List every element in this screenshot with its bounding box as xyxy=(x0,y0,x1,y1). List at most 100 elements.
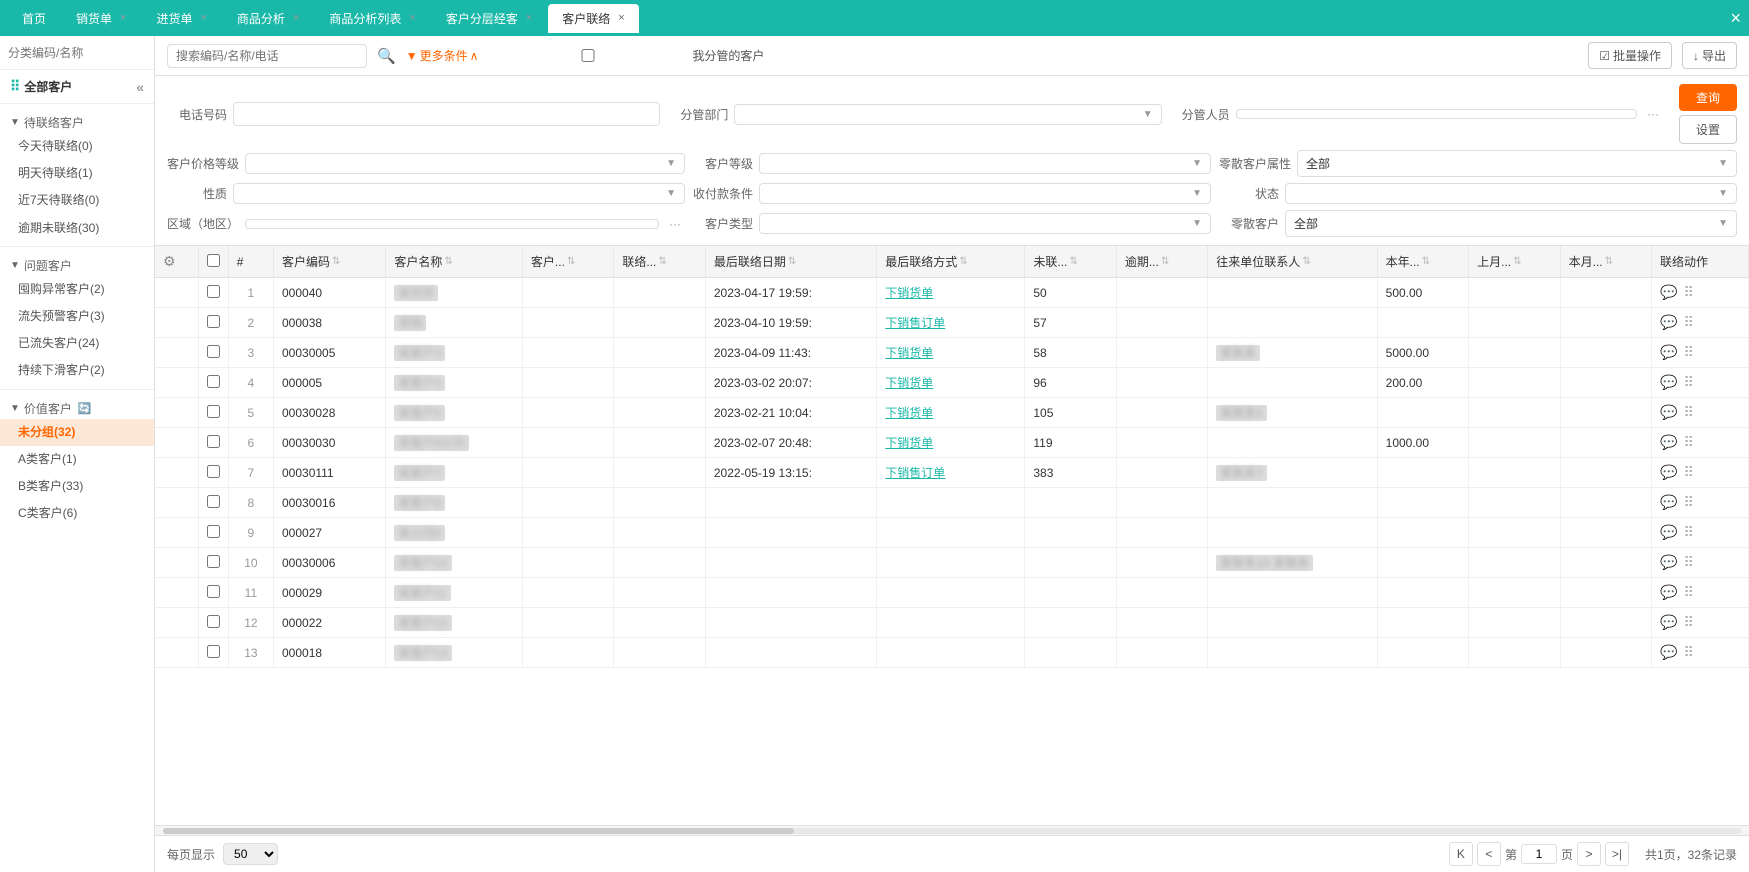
next-page-button[interactable]: > xyxy=(1577,842,1601,866)
chat-icon[interactable]: 💬 xyxy=(1660,404,1677,421)
scattered-select[interactable]: 全部 ▼ xyxy=(1285,210,1737,237)
sidebar-item-class-b[interactable]: B类客户(33) xyxy=(0,473,154,500)
row-last-method[interactable] xyxy=(877,578,1025,608)
contact-method-link[interactable]: 下销售订单 xyxy=(885,316,945,330)
tab-purchase-close[interactable]: × xyxy=(200,12,206,24)
row-checkbox[interactable] xyxy=(207,405,220,418)
row-last-method[interactable] xyxy=(877,638,1025,668)
tab-customer-contact-close[interactable]: × xyxy=(618,12,624,24)
more-icon[interactable]: ⠿ xyxy=(1683,554,1693,571)
col-no-contact[interactable]: 未联...⇅ xyxy=(1025,246,1116,278)
more-icon[interactable]: ⠿ xyxy=(1683,344,1693,361)
row-last-method[interactable]: 下销货单 xyxy=(877,278,1025,308)
col-overdue[interactable]: 逾期...⇅ xyxy=(1116,246,1207,278)
more-icon[interactable]: ⠿ xyxy=(1683,434,1693,451)
row-checkbox[interactable] xyxy=(207,315,220,328)
chat-icon[interactable]: 💬 xyxy=(1660,434,1677,451)
row-checkbox-cell[interactable] xyxy=(198,308,228,338)
sidebar-item-declining[interactable]: 持续下滑客户(2) xyxy=(0,357,154,384)
col-last-method[interactable]: 最后联络方式⇅ xyxy=(877,246,1025,278)
row-checkbox[interactable] xyxy=(207,435,220,448)
sidebar-item-hoarding-abnormal[interactable]: 囤购异常客户(2) xyxy=(0,276,154,303)
col-name[interactable]: 客户名称⇅ xyxy=(386,246,523,278)
tab-product-analysis-close[interactable]: × xyxy=(293,12,299,24)
region-dots-button[interactable]: ··· xyxy=(665,213,685,235)
sidebar-item-overdue-contact[interactable]: 逾期未联络(30) xyxy=(0,215,154,242)
chat-icon[interactable]: 💬 xyxy=(1660,584,1677,601)
more-icon[interactable]: ⠿ xyxy=(1683,464,1693,481)
col-contact-person[interactable]: 往来单位联系人⇅ xyxy=(1208,246,1377,278)
sidebar-item-tomorrow-pending[interactable]: 明天待联络(1) xyxy=(0,160,154,187)
dept-select[interactable]: ▼ xyxy=(734,104,1161,125)
col-last-month[interactable]: 上月...⇅ xyxy=(1469,246,1560,278)
all-customers-header[interactable]: ⠿ 全部客户 « xyxy=(0,70,154,99)
row-checkbox-cell[interactable] xyxy=(198,488,228,518)
row-last-method[interactable]: 下销货单 xyxy=(877,338,1025,368)
query-button[interactable]: 查询 xyxy=(1679,84,1737,111)
row-checkbox-cell[interactable] xyxy=(198,338,228,368)
more-icon[interactable]: ⠿ xyxy=(1683,494,1693,511)
more-icon[interactable]: ⠿ xyxy=(1683,404,1693,421)
sidebar-item-7day-pending[interactable]: 近7天待联络(0) xyxy=(0,187,154,214)
tab-sales[interactable]: 销货单 × xyxy=(62,4,140,33)
price-grade-select[interactable]: ▼ xyxy=(245,153,685,174)
page-input[interactable] xyxy=(1521,844,1557,864)
search-button[interactable]: 🔍 xyxy=(377,47,396,65)
contact-method-link[interactable]: 下销货单 xyxy=(885,436,933,450)
chat-icon[interactable]: 💬 xyxy=(1660,524,1677,541)
row-checkbox-cell[interactable] xyxy=(198,638,228,668)
row-last-method[interactable]: 下销货单 xyxy=(877,398,1025,428)
sidebar-search-input[interactable] xyxy=(8,46,155,60)
col-last-date[interactable]: 最后联络日期⇅ xyxy=(705,246,876,278)
search-input[interactable] xyxy=(167,44,367,68)
more-icon[interactable]: ⠿ xyxy=(1683,584,1693,601)
person-dots-button[interactable]: ··· xyxy=(1643,103,1663,125)
row-checkbox[interactable] xyxy=(207,495,220,508)
last-page-button[interactable]: >| xyxy=(1605,842,1629,866)
export-button[interactable]: ↓ 导出 xyxy=(1682,42,1737,69)
tab-product-analysis-list-close[interactable]: × xyxy=(409,12,415,24)
more-icon[interactable]: ⠿ xyxy=(1683,284,1693,301)
tab-customer-segment[interactable]: 客户分层经客 × xyxy=(432,4,546,33)
col-code[interactable]: 客户编码⇅ xyxy=(274,246,386,278)
chat-icon[interactable]: 💬 xyxy=(1660,644,1677,661)
scattered-attr-select[interactable]: 全部 ▼ xyxy=(1297,150,1737,177)
phone-input[interactable] xyxy=(233,102,660,126)
row-checkbox-cell[interactable] xyxy=(198,278,228,308)
sidebar-item-unclassified[interactable]: 未分组(32) xyxy=(0,419,154,446)
contact-method-link[interactable]: 下销货单 xyxy=(885,286,933,300)
group-pending-contact[interactable]: ▼ 待联络客户 xyxy=(0,108,154,133)
row-last-method[interactable]: 下销售订单 xyxy=(877,308,1025,338)
sidebar-item-class-c[interactable]: C类客户(6) xyxy=(0,500,154,527)
more-icon[interactable]: ⠿ xyxy=(1683,644,1693,661)
chat-icon[interactable]: 💬 xyxy=(1660,614,1677,631)
chat-icon[interactable]: 💬 xyxy=(1660,374,1677,391)
row-checkbox[interactable] xyxy=(207,375,220,388)
more-icon[interactable]: ⠿ xyxy=(1683,374,1693,391)
first-page-button[interactable]: K xyxy=(1449,842,1473,866)
chat-icon[interactable]: 💬 xyxy=(1660,344,1677,361)
more-icon[interactable]: ⠿ xyxy=(1683,614,1693,631)
row-checkbox[interactable] xyxy=(207,645,220,658)
row-last-method[interactable]: 下销货单 xyxy=(877,368,1025,398)
h-scroll-indicator[interactable] xyxy=(155,825,1749,835)
tab-home[interactable]: 首页 xyxy=(8,4,60,33)
chat-icon[interactable]: 💬 xyxy=(1660,314,1677,331)
nature-select[interactable]: ▼ xyxy=(233,183,685,204)
h-scroll-track[interactable] xyxy=(163,828,1741,834)
tab-customer-segment-close[interactable]: × xyxy=(526,12,532,24)
row-checkbox[interactable] xyxy=(207,555,220,568)
my-customers-check[interactable] xyxy=(488,49,688,62)
refresh-badge[interactable]: 🔄 xyxy=(78,402,92,415)
select-all-checkbox[interactable] xyxy=(207,254,220,267)
row-checkbox-cell[interactable] xyxy=(198,578,228,608)
chat-icon[interactable]: 💬 xyxy=(1660,464,1677,481)
row-last-method[interactable] xyxy=(877,608,1025,638)
col-contact[interactable]: 联络...⇅ xyxy=(614,246,705,278)
customer-grade-select[interactable]: ▼ xyxy=(759,153,1211,174)
row-checkbox-cell[interactable] xyxy=(198,548,228,578)
tab-sales-close[interactable]: × xyxy=(120,12,126,24)
tab-product-analysis-list[interactable]: 商品分析列表 × xyxy=(315,4,429,33)
page-size-select[interactable]: 50 100 200 xyxy=(223,843,278,865)
row-checkbox-cell[interactable] xyxy=(198,368,228,398)
